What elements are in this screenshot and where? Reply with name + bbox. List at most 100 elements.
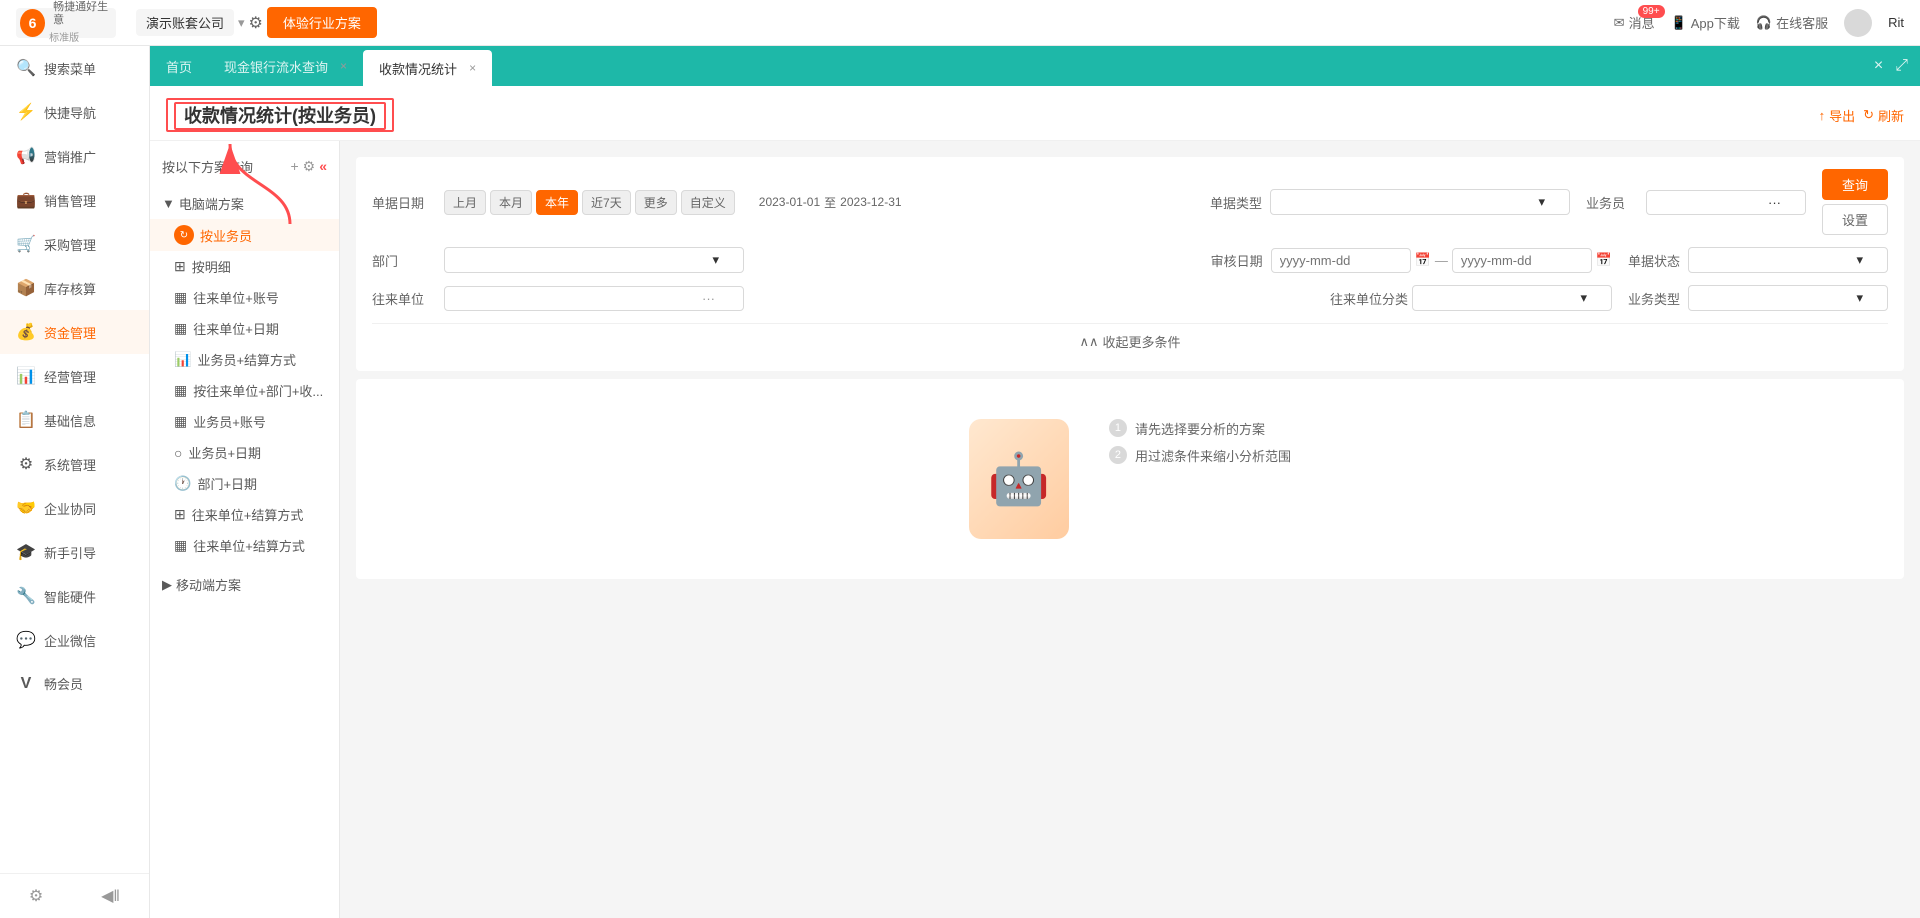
refresh-button[interactable]: ↻ 刷新 <box>1863 106 1904 125</box>
filter-row-1: 单据日期 上月 本月 本年 近7天 更多 自定义 2023-01-01 <box>372 169 1888 235</box>
tree-item-detail[interactable]: ⊞ 按明细 <box>150 251 339 282</box>
salesperson-more-icon: ··· <box>1768 195 1781 210</box>
date-btn-more[interactable]: 更多 <box>635 190 677 215</box>
biz-type-label: 业务类型 <box>1628 289 1684 308</box>
tree-item-by-salesperson[interactable]: ↻ 按业务员 <box>150 219 339 251</box>
messages-item[interactable]: ✉ 消息 99+ <box>1614 13 1655 32</box>
tab-maximize-icon[interactable]: ⤢ <box>1891 53 1912 79</box>
partner-select[interactable]: ··· <box>444 286 744 311</box>
salesperson-select[interactable]: ··· <box>1646 190 1806 215</box>
sidebar-item-label: 营销推广 <box>44 147 96 166</box>
add-scheme-icon[interactable]: + <box>290 158 298 175</box>
refresh-label: 刷新 <box>1878 106 1904 125</box>
tab-cash-close-icon[interactable]: × <box>340 59 347 73</box>
sidebar-item-collab[interactable]: 🤝 企业协同 <box>0 486 149 530</box>
export-button[interactable]: ↑ 导出 <box>1819 106 1856 125</box>
tab-close-all-icon[interactable]: × <box>1870 53 1887 79</box>
tree-item-partner-dept[interactable]: ▦ 按往来单位+部门+收... <box>150 375 339 406</box>
tree-item-salesperson-account[interactable]: ▦ 业务员+账号 <box>150 406 339 437</box>
tree-item-partner-account[interactable]: ▦ 往来单位+账号 <box>150 282 339 313</box>
sidebar-item-hardware[interactable]: 🔧 智能硬件 <box>0 574 149 618</box>
sidebar-item-label: 系统管理 <box>44 455 96 474</box>
tree-item-partner-settlement2[interactable]: ▦ 往来单位+结算方式 <box>150 530 339 561</box>
sidebar-item-operations[interactable]: 📊 经营管理 <box>0 354 149 398</box>
partner-category-label: 往来单位分类 <box>1330 289 1408 308</box>
query-button[interactable]: 查询 <box>1822 169 1888 200</box>
sidebar-item-marketing[interactable]: 📢 营销推广 <box>0 134 149 178</box>
cal-icon-right: 📅 <box>1596 252 1612 268</box>
tree-item-partner-date[interactable]: ▦ 往来单位+日期 <box>150 313 339 344</box>
tree-item-label: 业务员+账号 <box>193 412 266 431</box>
date-btn-7days[interactable]: 近7天 <box>582 190 631 215</box>
partner-account-icon: ▦ <box>174 289 187 306</box>
tab-cash[interactable]: 现金银行流水查询 × <box>208 46 363 86</box>
sidebar-item-basic[interactable]: 📋 基础信息 <box>0 398 149 442</box>
finance-icon: 💰 <box>16 322 36 342</box>
tree-item-dept-date[interactable]: 🕐 部门+日期 <box>150 468 339 499</box>
messages-badge: 99+ <box>1638 5 1665 18</box>
marketing-icon: 📢 <box>16 146 36 166</box>
date-btn-custom[interactable]: 自定义 <box>681 190 735 215</box>
sidebar-item-inventory[interactable]: 📦 库存核算 <box>0 266 149 310</box>
sidebar-item-search[interactable]: 🔍 搜索菜单 <box>0 46 149 90</box>
sidebar-item-member[interactable]: V 畅会员 <box>0 662 149 705</box>
page-header: 收款情况统计(按业务员) ↑ 导出 ↻ 刷新 <box>150 86 1920 141</box>
tab-collection[interactable]: 收款情况统计 × <box>363 50 492 86</box>
collapse-button[interactable]: ∧∧ 收起更多条件 <box>372 323 1888 359</box>
sales-icon: 💼 <box>16 190 36 210</box>
desktop-section-header[interactable]: ▼ 电脑端方案 <box>150 188 339 219</box>
tree-item-label: 部门+日期 <box>197 474 257 493</box>
review-date-to-input[interactable] <box>1452 248 1592 273</box>
salesperson-label: 业务员 <box>1586 193 1642 212</box>
scheme-settings-icon[interactable]: ⚙ <box>303 158 316 175</box>
settings-button[interactable]: 设置 <box>1822 204 1888 235</box>
sidebar-item-finance[interactable]: 💰 资金管理 <box>0 310 149 354</box>
sidebar-item-label: 企业协同 <box>44 499 96 518</box>
app-download-item[interactable]: 📱 App下载 <box>1671 13 1740 32</box>
partner-category-select[interactable]: ▾ <box>1412 285 1612 311</box>
operations-icon: 📊 <box>16 366 36 386</box>
doc-type-select[interactable]: ▾ <box>1270 189 1570 215</box>
dept-select[interactable]: ▾ <box>444 247 744 273</box>
date-btn-last-month[interactable]: 上月 <box>444 190 486 215</box>
company-dropdown-icon[interactable]: ▾ <box>238 15 245 31</box>
tree-item-salesperson-date[interactable]: ○ 业务员+日期 <box>150 437 339 468</box>
sidebar-item-nav[interactable]: ⚡ 快捷导航 <box>0 90 149 134</box>
sidebar-settings-icon[interactable]: ⚙ <box>21 882 51 910</box>
collapse-panel-icon[interactable]: « <box>319 158 327 175</box>
settings-gear-icon[interactable]: ⚙ <box>249 13 263 33</box>
app-download-label: App下载 <box>1691 13 1740 32</box>
date-btn-this-month[interactable]: 本月 <box>490 190 532 215</box>
guide-icon: 🎓 <box>16 542 36 562</box>
refresh-icon: ↻ <box>1863 107 1874 123</box>
partner-settlement1-icon: ⊞ <box>174 506 186 523</box>
mobile-section-header[interactable]: ▶ 移动端方案 <box>150 569 339 600</box>
tree-item-partner-settlement1[interactable]: ⊞ 往来单位+结算方式 <box>150 499 339 530</box>
tree-item-salesperson-settlement[interactable]: 📊 业务员+结算方式 <box>150 344 339 375</box>
sidebar-item-wechat[interactable]: 💬 企业微信 <box>0 618 149 662</box>
partner-settlement2-icon: ▦ <box>174 537 187 554</box>
sidebar-item-system[interactable]: ⚙ 系统管理 <box>0 442 149 486</box>
tree-item-label: 往来单位+账号 <box>193 288 279 307</box>
sidebar-item-label: 基础信息 <box>44 411 96 430</box>
online-service-item[interactable]: 🎧 在线客服 <box>1756 13 1828 32</box>
sidebar-item-label: 智能硬件 <box>44 587 96 606</box>
user-avatar[interactable] <box>1844 9 1872 37</box>
review-date-from-input[interactable] <box>1271 248 1411 273</box>
sidebar-collapse-icon[interactable]: ◀‖ <box>93 882 128 910</box>
doc-status-select[interactable]: ▾ <box>1688 247 1888 273</box>
sidebar-item-sales[interactable]: 💼 销售管理 <box>0 178 149 222</box>
sidebar-item-guide[interactable]: 🎓 新手引导 <box>0 530 149 574</box>
biz-type-select[interactable]: ▾ <box>1688 285 1888 311</box>
company-name[interactable]: 演示账套公司 <box>136 9 234 36</box>
tab-home[interactable]: 首页 <box>150 46 208 86</box>
date-from: 2023-01-01 <box>759 195 820 209</box>
date-btn-this-year[interactable]: 本年 <box>536 190 578 215</box>
trial-button[interactable]: 体验行业方案 <box>267 7 377 38</box>
page-header-actions: ↑ 导出 ↻ 刷新 <box>1819 106 1904 125</box>
dept-label: 部门 <box>372 251 428 270</box>
sidebar-item-purchase[interactable]: 🛒 采购管理 <box>0 222 149 266</box>
tab-collection-close-icon[interactable]: × <box>469 61 476 75</box>
doc-status-dropdown-icon: ▾ <box>1856 252 1863 268</box>
tab-home-label: 首页 <box>166 57 192 76</box>
